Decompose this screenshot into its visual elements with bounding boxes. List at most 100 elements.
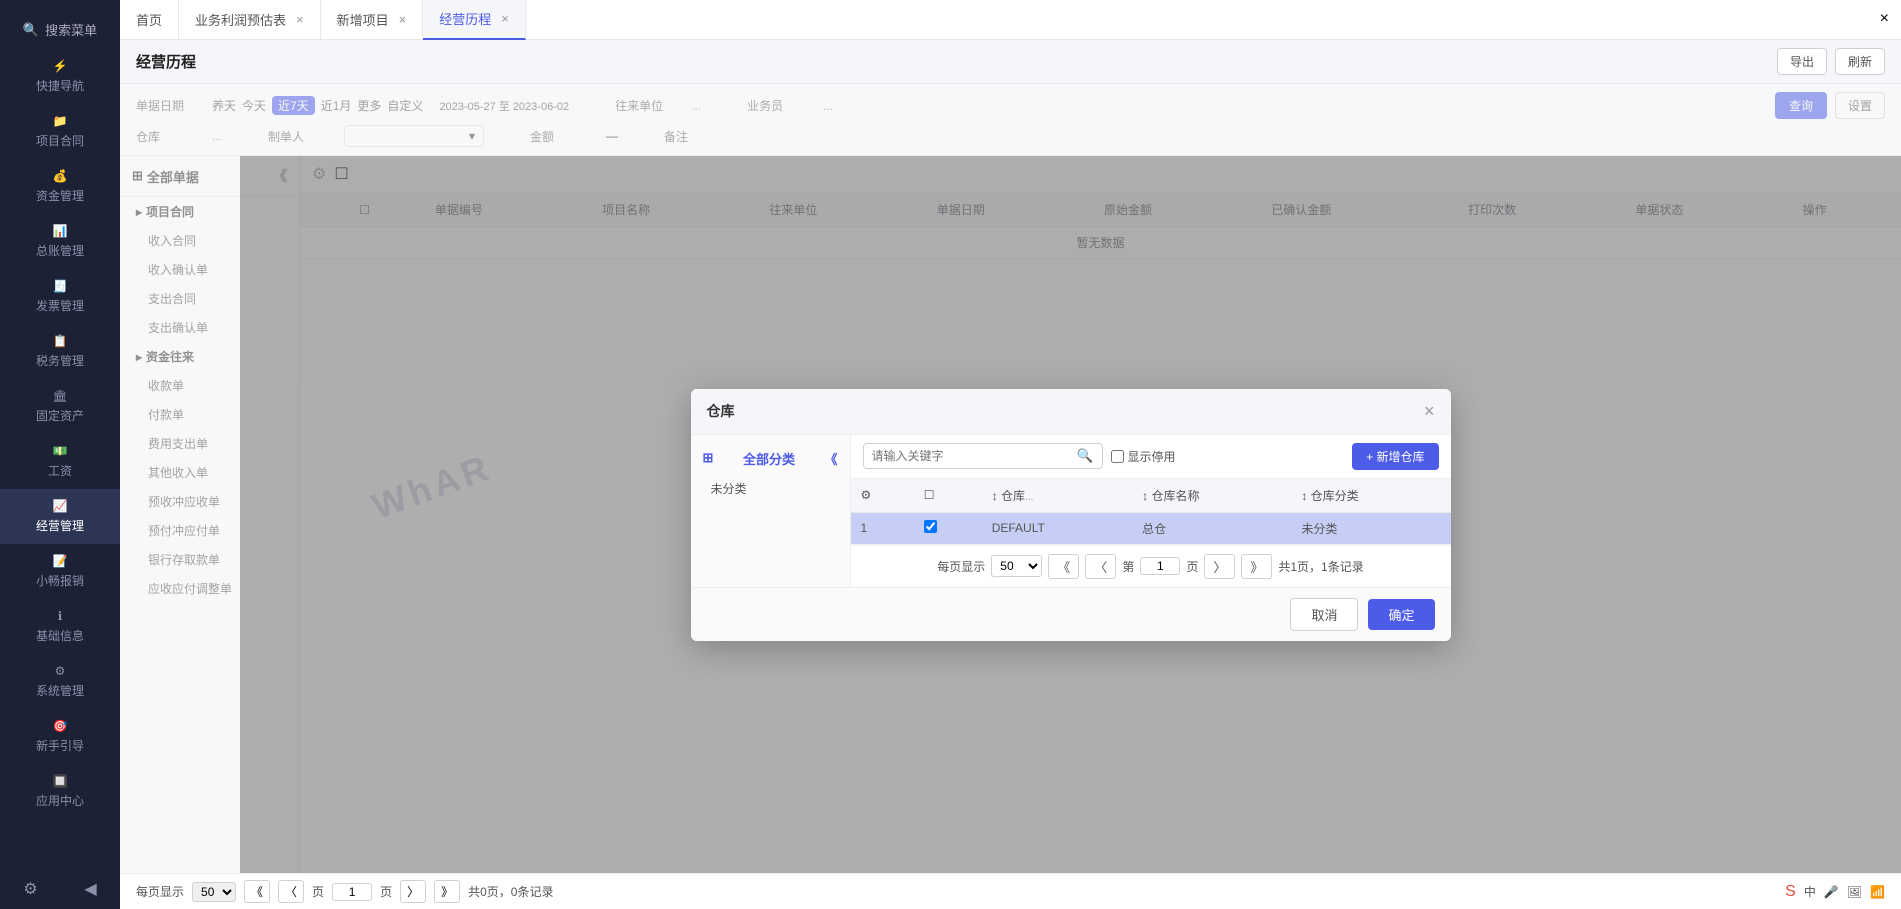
export-button[interactable]: 导出 [1777,48,1827,75]
tax-icon: 📋 [53,334,68,348]
tree-label: 费用支出单 [148,435,208,452]
modal-per-page-select[interactable]: 50 100 200 [991,555,1042,577]
filter-date-label: 单据日期 [136,97,196,114]
sidebar-search[interactable]: 🔍 搜索菜单 [0,10,120,49]
modal-close-button[interactable]: × [1424,401,1435,422]
modal-search-box[interactable]: 🔍 [863,443,1103,469]
bottom-prev-btn[interactable]: 〈 [278,880,304,903]
tab-home[interactable]: 首页 [120,0,179,40]
zhong-icon: 中 [1804,883,1816,900]
sidebar-item-fixed-asset[interactable]: 🏛 固定资产 [0,379,120,434]
filter-option-custom[interactable]: 自定义 [387,97,423,114]
main-close-btn[interactable]: × [1880,10,1889,28]
sidebar-item-tax[interactable]: 📋 税务管理 [0,324,120,379]
refresh-button[interactable]: 刷新 [1835,48,1885,75]
filter-warehouse-label: 仓库 [136,128,196,145]
modal-tree: ⊞ 全部分类 《 未分类 [691,435,851,587]
modal-first-page[interactable]: 《 [1048,554,1079,579]
search-icon: 🔍 [23,22,39,38]
fund-icon: 💰 [53,169,68,183]
modal-tree-collapse[interactable]: 《 [824,449,837,468]
bottom-first-btn[interactable]: 《 [244,880,270,903]
tabbar: 首页 业务利润预估表 × 新增项目 × 经营历程 × × [120,0,1901,40]
tab-home-label: 首页 [136,10,162,29]
modal-add-button[interactable]: + 新增仓库 [1352,443,1438,470]
sidebar-item-ledger[interactable]: 📊 总账管理 [0,214,120,269]
modal-tree-header[interactable]: ⊞ 全部分类 《 [691,443,850,474]
settings-button[interactable]: 设置 [1835,92,1885,119]
modal-tree-item-uncategorized[interactable]: 未分类 [691,474,850,503]
filter-option-today[interactable]: 今天 [242,97,266,114]
settings-icon[interactable]: ⚙ [23,879,37,899]
report-icon: 📝 [53,554,68,568]
sidebar-item-guide[interactable]: 🎯 新手引导 [0,709,120,764]
modal-search-input[interactable] [864,445,1069,467]
tree-label: 预付冲应付单 [148,522,220,539]
modal-total-text: 共1页，1条记录 [1278,558,1363,575]
filter-partner-select[interactable]: ... [691,99,701,113]
modal-col-code[interactable]: ↕ 仓库... [982,479,1132,513]
modal-search-button[interactable]: 🔍 [1069,444,1102,468]
sidebar-item-project[interactable]: 📁 项目合同 [0,104,120,159]
tab-new-project[interactable]: 新增项目 × [321,0,424,40]
page-title: 经营历程 [136,51,196,72]
modal-confirm-button[interactable]: 确定 [1368,599,1434,630]
tab-profit-label: 业务利润预估表 [195,10,286,29]
modal-col-name[interactable]: ↕ 仓库名称 [1132,479,1291,513]
modal-next-page[interactable]: 〉 [1204,554,1235,579]
tree-chevron-project: ▸ [136,205,142,219]
show-disabled-checkbox[interactable] [1111,450,1124,463]
modal-overlay: 仓库 × ⊞ 全部分类 《 未分类 [240,156,1901,873]
filter-option-7days[interactable]: 近7天 [272,96,315,115]
sidebar-item-label: 快捷导航 [36,77,84,94]
modal-last-page[interactable]: 》 [1241,554,1272,579]
table-row[interactable]: 1 DEFAULT 总仓 未分类 [851,512,1451,544]
sidebar-item-sysadmin[interactable]: ⚙ 系统管理 [0,654,120,709]
filter-salesperson-select[interactable]: ... [823,99,833,113]
tree-label: 收入合同 [148,232,196,249]
left-panel-title: 全部单据 [147,167,199,186]
sidebar-item-quicknav[interactable]: ⚡ 快捷导航 [0,49,120,104]
sidebar-item-appcenter[interactable]: 🔲 应用中心 [0,764,120,819]
sidebar-item-invoice[interactable]: 🧾 发票管理 [0,269,120,324]
filter-option-1month[interactable]: 近1月 [321,97,352,114]
sidebar-item-management[interactable]: 📈 经营管理 [0,489,120,544]
filter-creator-select[interactable]: ▾ [344,125,484,147]
sidebar-item-base[interactable]: ℹ 基础信息 [0,599,120,654]
sidebar-item-fund[interactable]: 💰 资金管理 [0,159,120,214]
main-area: 首页 业务利润预估表 × 新增项目 × 经营历程 × × 经营历程 导出 刷新 … [120,0,1901,909]
bottom-next-btn[interactable]: 〉 [400,880,426,903]
tab-new-project-close[interactable]: × [399,12,407,27]
bottom-last-btn[interactable]: 》 [434,880,460,903]
modal-col-checkbox[interactable]: ☐ [914,479,982,513]
tab-history[interactable]: 经营历程 × [423,0,526,40]
modal-col-settings[interactable]: ⚙ [851,479,914,513]
modal-cancel-button[interactable]: 取消 [1290,598,1358,631]
modal-page-input[interactable] [1140,557,1180,575]
tab-history-close[interactable]: × [501,11,509,26]
bottom-page-input[interactable] [332,883,372,901]
modal-tree-grid-icon: ⊞ [703,450,714,466]
modal-row-category: 未分类 [1291,512,1450,544]
sidebar-item-label: 应用中心 [36,792,84,809]
modal-col-category[interactable]: ↕ 仓库分类 [1291,479,1450,513]
tab-profit[interactable]: 业务利润预估表 × [179,0,321,40]
sidebar-item-salary[interactable]: 💵 工资 [0,434,120,489]
filter-option-more[interactable]: 更多 [357,97,381,114]
filter-date-range: 2023-05-27 至 2023-06-02 [439,98,569,114]
query-button[interactable]: 查询 [1775,92,1827,119]
tree-label: 付款单 [148,406,184,423]
brand-icon: S [1785,883,1796,901]
tab-profit-close[interactable]: × [296,12,304,27]
bottom-page-label: 页 [380,883,392,900]
filter-warehouse-select[interactable]: ... [212,129,222,143]
sysadmin-icon: ⚙ [55,664,66,678]
modal-prev-page[interactable]: 〈 [1085,554,1116,579]
modal-show-disabled[interactable]: 显示停用 [1111,448,1176,465]
bottom-per-page-select[interactable]: 50 [192,882,236,902]
collapse-icon[interactable]: ◀ [84,879,96,899]
sidebar-item-report[interactable]: 📝 小畅报销 [0,544,120,599]
modal-row-checkbox[interactable] [914,512,982,544]
modal-toolbar: 🔍 显示停用 + 新增仓库 [851,435,1451,479]
filter-option-yangTian[interactable]: 养天 [212,97,236,114]
